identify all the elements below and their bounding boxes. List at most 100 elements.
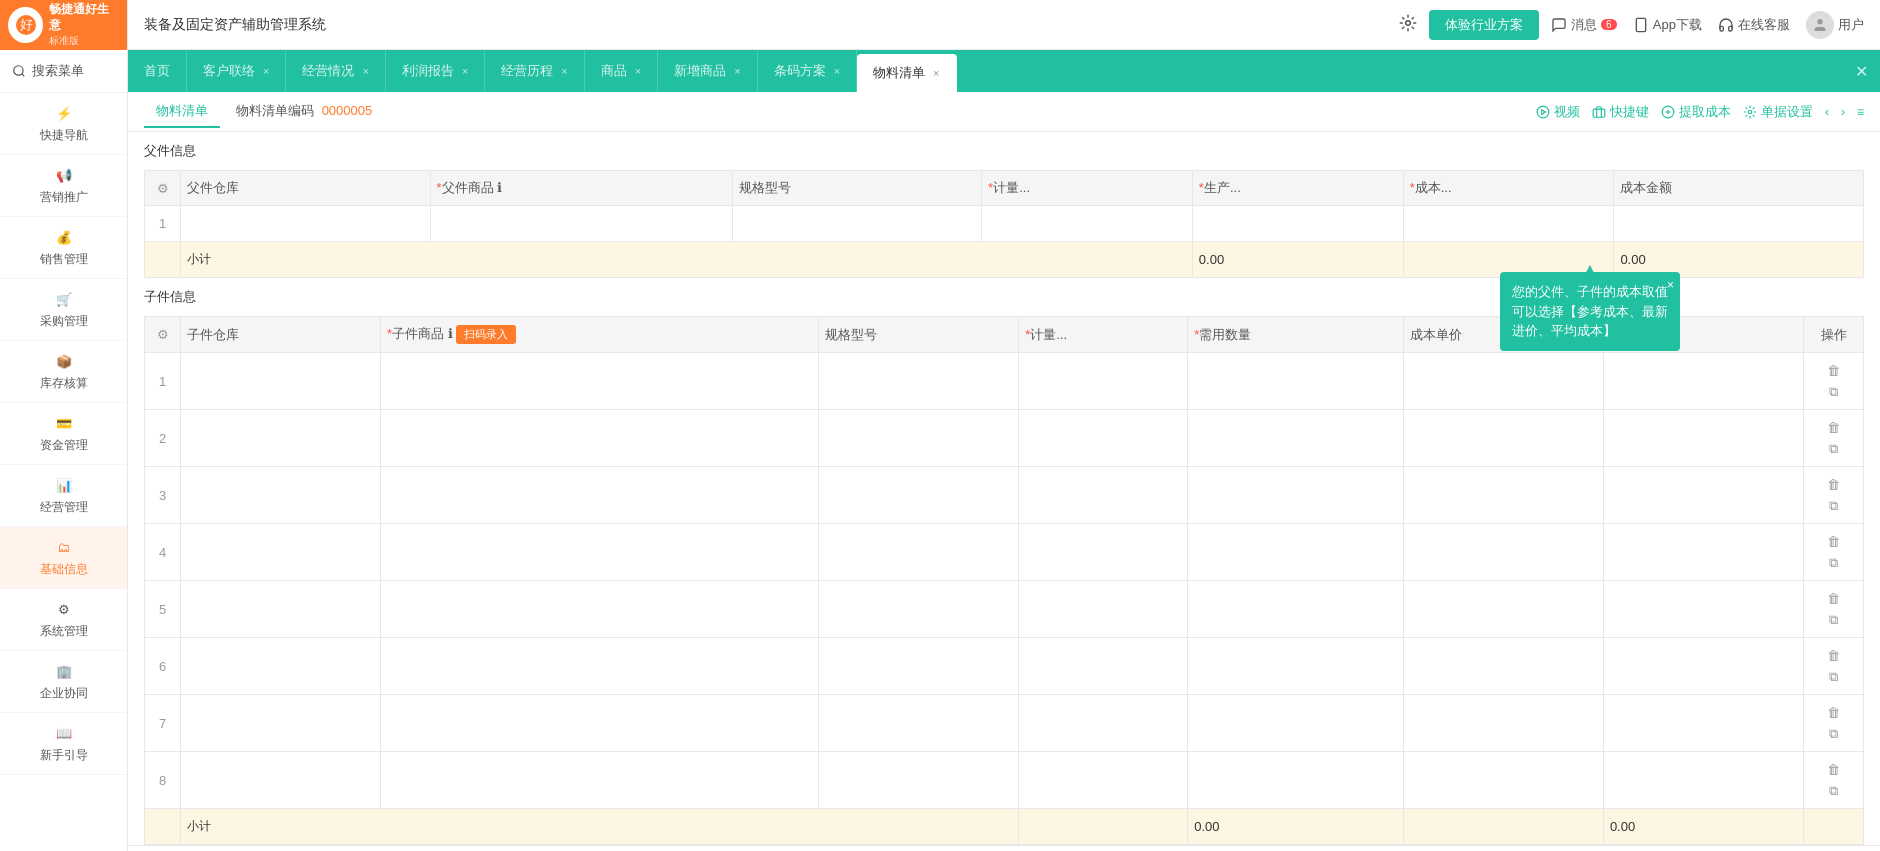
sidebar-item-inventory[interactable]: 📦 库存核算 (0, 341, 127, 403)
child-row-8-unit-cost[interactable] (1403, 752, 1603, 809)
child-row-6-unit[interactable] (1019, 638, 1188, 695)
extract-cost-button[interactable]: 提取成本 (1661, 103, 1731, 121)
sidebar-item-purchase[interactable]: 🛒 采购管理 (0, 279, 127, 341)
nav-prev-button[interactable]: ‹ (1825, 105, 1829, 119)
child-row-4-copy-icon[interactable]: ⧉ (1823, 552, 1845, 574)
sidebar-item-guide[interactable]: 📖 新手引导 (0, 713, 127, 775)
child-row-1-unit[interactable] (1019, 353, 1188, 410)
child-row-3-warehouse[interactable] (181, 467, 381, 524)
app-download-button[interactable]: App下载 (1633, 16, 1702, 34)
child-row-7-amount[interactable] (1603, 695, 1803, 752)
user-area[interactable]: 用户 (1806, 11, 1864, 39)
child-row-6-amount[interactable] (1603, 638, 1803, 695)
child-row-7-unit-cost[interactable] (1403, 695, 1603, 752)
child-row-2-unit[interactable] (1019, 410, 1188, 467)
sidebar-item-operations[interactable]: 📊 经营管理 (0, 465, 127, 527)
tab-home[interactable]: 首页 (128, 50, 187, 92)
child-row-1-quantity[interactable] (1188, 353, 1404, 410)
try-industry-button[interactable]: 体验行业方案 (1429, 10, 1539, 40)
child-row-2-spec[interactable] (819, 410, 1019, 467)
child-row-2-quantity[interactable] (1188, 410, 1404, 467)
child-row-4-warehouse[interactable] (181, 524, 381, 581)
child-row-3-copy-icon[interactable]: ⧉ (1823, 495, 1845, 517)
parent-row-1-cost[interactable] (1403, 206, 1614, 242)
child-row-4-spec[interactable] (819, 524, 1019, 581)
message-button[interactable]: 消息 6 (1551, 16, 1617, 34)
child-row-5-copy-icon[interactable]: ⧉ (1823, 609, 1845, 631)
child-row-5-amount[interactable] (1603, 581, 1803, 638)
child-row-1-spec[interactable] (819, 353, 1019, 410)
child-row-6-copy-icon[interactable]: ⧉ (1823, 666, 1845, 688)
child-row-2-amount[interactable] (1603, 410, 1803, 467)
tab-bom-close[interactable]: × (933, 67, 939, 79)
tab-bom[interactable]: 物料清单 × (857, 54, 956, 92)
sidebar-search-area[interactable]: 搜索菜单 (0, 50, 127, 93)
sidebar-item-finance[interactable]: 💳 资金管理 (0, 403, 127, 465)
child-row-3-delete-icon[interactable]: 🗑 (1823, 473, 1845, 495)
child-row-7-copy-icon[interactable]: ⧉ (1823, 723, 1845, 745)
child-row-1-warehouse[interactable] (181, 353, 381, 410)
child-row-5-warehouse[interactable] (181, 581, 381, 638)
tab-history[interactable]: 经营历程 × (485, 50, 584, 92)
child-col-settings[interactable]: ⚙ (145, 317, 181, 353)
tab-business-close[interactable]: × (362, 65, 368, 77)
child-row-3-quantity[interactable] (1188, 467, 1404, 524)
sub-tab-bom-list[interactable]: 物料清单 (144, 96, 220, 128)
child-row-8-goods[interactable] (381, 752, 819, 809)
child-row-3-unit-cost[interactable] (1403, 467, 1603, 524)
tab-customer[interactable]: 客户联络 × (187, 50, 286, 92)
sidebar-item-marketing[interactable]: 📢 营销推广 (0, 155, 127, 217)
sidebar-item-enterprise[interactable]: 🏢 企业协同 (0, 651, 127, 713)
child-row-4-amount[interactable] (1603, 524, 1803, 581)
child-row-1-goods[interactable] (381, 353, 819, 410)
child-row-7-warehouse[interactable] (181, 695, 381, 752)
tab-new-goods[interactable]: 新增商品 × (658, 50, 757, 92)
search-menu-button[interactable]: 搜索菜单 (8, 58, 119, 84)
child-row-1-unit-cost[interactable] (1403, 353, 1603, 410)
tab-new-goods-close[interactable]: × (734, 65, 740, 77)
sub-tab-bom-code[interactable]: 物料清单编码 0000005 (224, 96, 384, 128)
child-row-6-warehouse[interactable] (181, 638, 381, 695)
child-row-5-quantity[interactable] (1188, 581, 1404, 638)
tab-history-close[interactable]: × (561, 65, 567, 77)
child-row-2-warehouse[interactable] (181, 410, 381, 467)
sidebar-item-system[interactable]: ⚙ 系统管理 (0, 589, 127, 651)
parent-row-1-spec[interactable] (732, 206, 982, 242)
sidebar-item-basic-info[interactable]: 🗂 基础信息 (0, 527, 127, 589)
parent-row-1-produce[interactable] (1192, 206, 1403, 242)
tab-customer-close[interactable]: × (263, 65, 269, 77)
tab-profit-close[interactable]: × (462, 65, 468, 77)
child-row-4-goods[interactable] (381, 524, 819, 581)
child-row-1-copy-icon[interactable]: ⧉ (1823, 381, 1845, 403)
parent-row-1-amount[interactable] (1614, 206, 1864, 242)
child-row-6-delete-icon[interactable]: 🗑 (1823, 644, 1845, 666)
child-row-4-delete-icon[interactable]: 🗑 (1823, 530, 1845, 552)
sidebar-item-quick-nav[interactable]: ⚡ 快捷导航 (0, 93, 127, 155)
child-row-7-spec[interactable] (819, 695, 1019, 752)
parent-row-1-goods[interactable] (430, 206, 732, 242)
settings-button[interactable] (1399, 14, 1417, 35)
child-row-6-spec[interactable] (819, 638, 1019, 695)
grid-view-button[interactable]: ≡ (1857, 105, 1864, 119)
shortcut-button[interactable]: 快捷键 (1592, 103, 1649, 121)
parent-row-1-unit[interactable] (982, 206, 1193, 242)
single-settings-button[interactable]: 单据设置 (1743, 103, 1813, 121)
nav-next-button[interactable]: › (1841, 105, 1845, 119)
sidebar-item-sales[interactable]: 💰 销售管理 (0, 217, 127, 279)
tab-barcode-close[interactable]: × (834, 65, 840, 77)
online-service-button[interactable]: 在线客服 (1718, 16, 1790, 34)
child-row-1-amount[interactable] (1603, 353, 1803, 410)
child-row-3-spec[interactable] (819, 467, 1019, 524)
child-row-8-copy-icon[interactable]: ⧉ (1823, 780, 1845, 802)
child-row-2-unit-cost[interactable] (1403, 410, 1603, 467)
child-row-3-amount[interactable] (1603, 467, 1803, 524)
close-all-tabs[interactable]: ✕ (1843, 62, 1880, 81)
tab-profit[interactable]: 利润报告 × (386, 50, 485, 92)
child-row-6-goods[interactable] (381, 638, 819, 695)
tooltip-close-button[interactable]: × (1667, 276, 1674, 294)
child-row-3-goods[interactable] (381, 467, 819, 524)
child-row-3-unit[interactable] (1019, 467, 1188, 524)
child-row-5-unit[interactable] (1019, 581, 1188, 638)
child-row-7-unit[interactable] (1019, 695, 1188, 752)
parent-col-settings[interactable]: ⚙ (145, 171, 181, 206)
